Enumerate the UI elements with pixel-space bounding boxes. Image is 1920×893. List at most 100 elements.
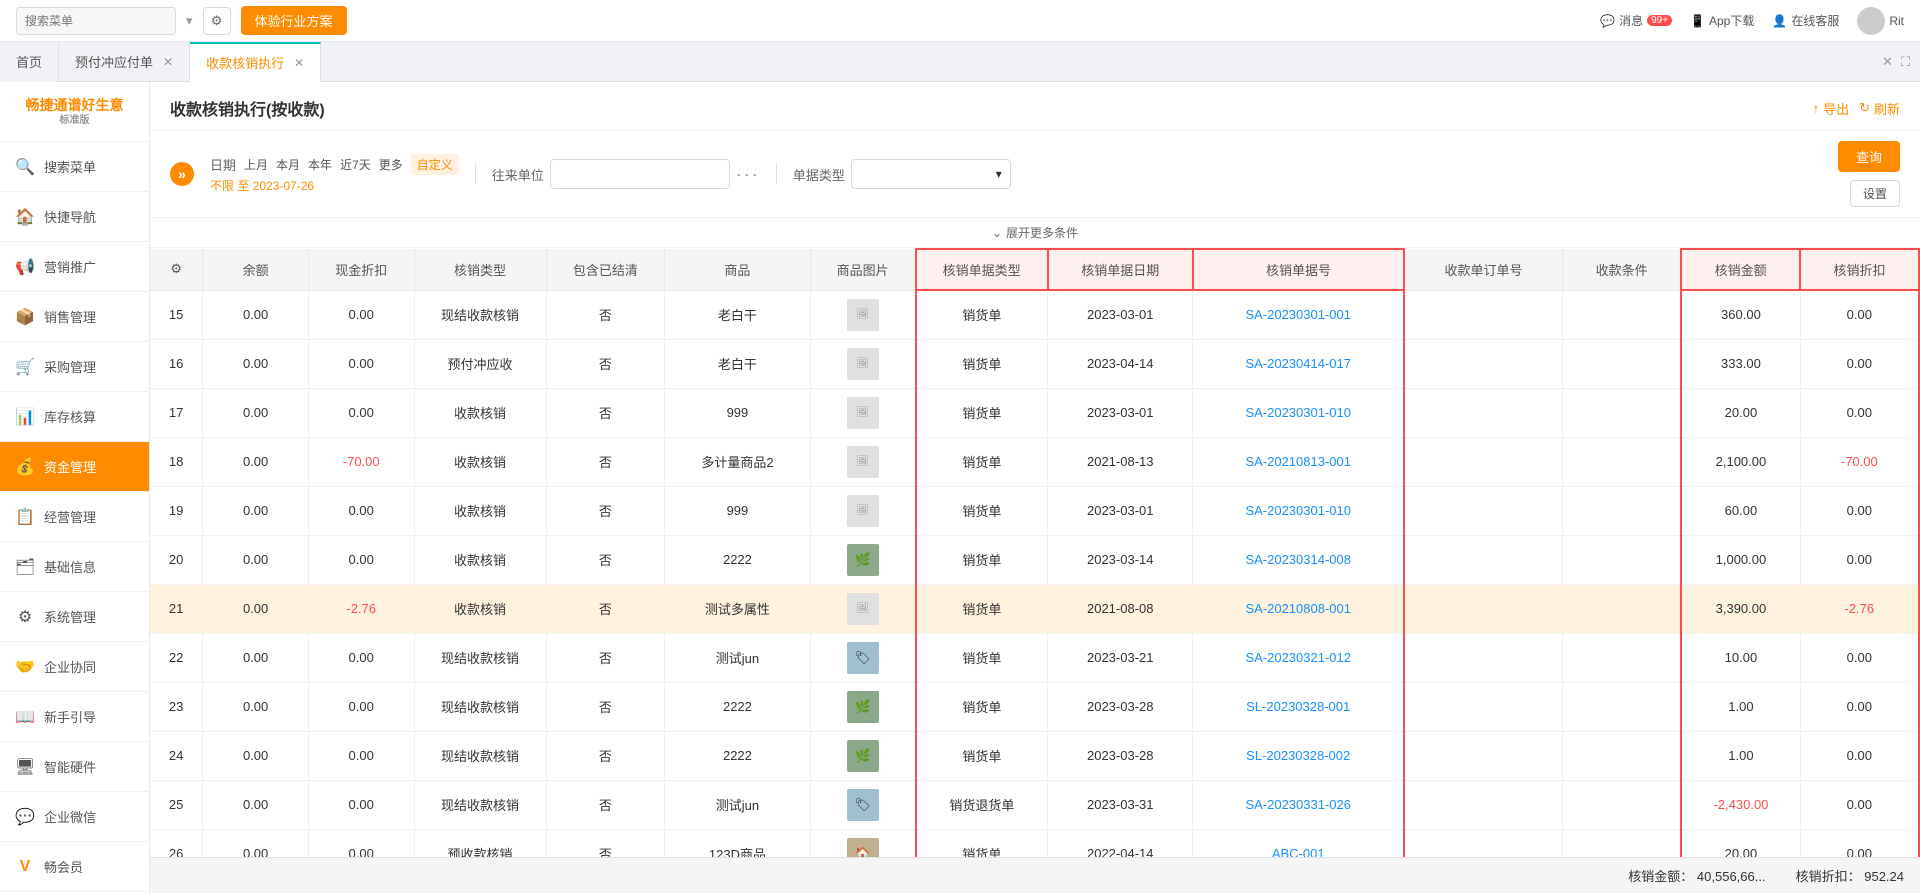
refresh-button[interactable]: ↻ 刷新: [1859, 99, 1900, 118]
bill-type-select[interactable]: ▾: [851, 159, 1011, 189]
industry-btn[interactable]: 体验行业方案: [241, 6, 347, 35]
sidebar-item-search-menu[interactable]: 🔍 搜索菜单: [0, 142, 149, 192]
date-link-7days[interactable]: 近7天: [340, 156, 371, 173]
td-verify-bill-type: 销货单: [916, 731, 1048, 780]
sidebar-item-sales[interactable]: 📦 销售管理: [0, 292, 149, 342]
td-cash-discount: 0.00: [308, 388, 414, 437]
search-input[interactable]: [16, 7, 176, 35]
from-unit-dots[interactable]: ···: [736, 164, 760, 185]
td-goods: 123D商品: [665, 829, 810, 857]
th-include-settled: 包含已结清: [546, 249, 665, 290]
verify-bill-no-link[interactable]: SA-20230414-017: [1245, 356, 1351, 371]
verify-bill-no-link[interactable]: SA-20230301-001: [1245, 307, 1351, 322]
td-verify-discount: 0.00: [1800, 486, 1919, 535]
td-cash-discount: 0.00: [308, 535, 414, 584]
td-receipt-order-no: [1404, 584, 1562, 633]
expand-more-bar[interactable]: ⌄ 展开更多条件: [150, 218, 1920, 248]
sidebar-item-quick-nav[interactable]: 🏠 快捷导航: [0, 192, 149, 242]
td-receipt-order-no: [1404, 682, 1562, 731]
tab-receipt-verify[interactable]: 收款核销执行 ✕: [190, 42, 321, 82]
message-item[interactable]: 💬 消息 99+: [1600, 12, 1672, 29]
sidebar-item-business[interactable]: 📋 经营管理: [0, 492, 149, 542]
sidebar-item-corp[interactable]: 🤝 企业协同: [0, 642, 149, 692]
td-include-settled: 否: [546, 584, 665, 633]
verify-bill-no-link[interactable]: SA-20230301-010: [1245, 503, 1351, 518]
refresh-icon: ↻: [1859, 100, 1870, 116]
date-link-custom[interactable]: 自定义: [411, 154, 459, 175]
online-service-item[interactable]: 👤 在线客服: [1772, 12, 1839, 29]
tab-prepay-close[interactable]: ✕: [163, 55, 173, 69]
message-label: 消息: [1619, 12, 1643, 29]
sidebar-item-guide-label: 新手引导: [44, 707, 96, 726]
date-link-prev-month[interactable]: 上月: [244, 156, 268, 173]
td-include-settled: 否: [546, 437, 665, 486]
filter-expand-btn[interactable]: »: [170, 162, 194, 186]
verify-bill-no-link[interactable]: SA-20210808-001: [1245, 601, 1351, 616]
verify-bill-no-link[interactable]: ABC-001: [1272, 846, 1325, 857]
th-verify-discount: 核销折扣: [1800, 249, 1919, 290]
td-verify-bill-type: 销货单: [916, 486, 1048, 535]
top-bar-left: ▾ ⚙ 体验行业方案: [16, 6, 347, 35]
verify-bill-no-link[interactable]: SA-20230301-010: [1245, 405, 1351, 420]
td-verify-amount: 3,390.00: [1681, 584, 1800, 633]
marketing-icon: 📢: [16, 258, 34, 276]
finance-icon: 💰: [16, 458, 34, 476]
tab-prepay[interactable]: 预付冲应付单 ✕: [59, 42, 190, 82]
verify-bill-no-link[interactable]: SA-20230331-026: [1245, 797, 1351, 812]
verify-bill-no-link[interactable]: SA-20230321-012: [1245, 650, 1351, 665]
table-row: 19 0.00 0.00 收款核销 否 999 🖼 销货单 2023-03-01…: [150, 486, 1919, 535]
sidebar-item-purchase[interactable]: 🛒 采购管理: [0, 342, 149, 392]
td-goods: 999: [665, 486, 810, 535]
sidebar-item-hardware[interactable]: 🖥 智能硬件: [0, 742, 149, 792]
tab-home[interactable]: 首页: [0, 42, 59, 82]
gear-button[interactable]: ⚙: [203, 7, 231, 35]
td-receipt-condition: [1562, 290, 1681, 339]
th-verify-bill-date: 核销单据日期: [1048, 249, 1193, 290]
td-include-settled: 否: [546, 339, 665, 388]
sidebar-item-wechat-label: 企业微信: [44, 807, 96, 826]
date-link-this-month[interactable]: 本月: [276, 156, 300, 173]
date-link-more[interactable]: 更多: [379, 156, 403, 173]
td-verify-type: 收款核销: [414, 584, 546, 633]
td-goods-img: 🌿: [810, 682, 916, 731]
sidebar-item-system[interactable]: ⚙ 系统管理: [0, 592, 149, 642]
date-range-display: 不限 至 2023-07-26: [210, 177, 459, 194]
td-verify-bill-type: 销货退货单: [916, 780, 1048, 829]
td-verify-bill-date: 2021-08-13: [1048, 437, 1193, 486]
tab-close-all-icon[interactable]: ✕: [1882, 54, 1893, 70]
user-item[interactable]: Rit: [1857, 7, 1904, 35]
td-row-id: 24: [150, 731, 203, 780]
query-actions: 查询 设置: [1838, 141, 1900, 207]
td-verify-discount: 0.00: [1800, 339, 1919, 388]
sidebar-item-basic[interactable]: 🗂 基础信息: [0, 542, 149, 592]
from-unit-input[interactable]: [550, 159, 730, 189]
setting-button[interactable]: 设置: [1850, 180, 1900, 207]
tab-maximize-icon[interactable]: ⛶: [1901, 54, 1910, 70]
export-button[interactable]: ↑ 导出: [1813, 99, 1850, 118]
td-goods: 测试多属性: [665, 584, 810, 633]
verify-bill-no-link[interactable]: SL-20230328-002: [1246, 748, 1350, 763]
verify-bill-no-link[interactable]: SA-20210813-001: [1245, 454, 1351, 469]
dropdown-arrow-icon[interactable]: ▾: [186, 13, 193, 29]
app-download-item[interactable]: 📱 App下载: [1690, 12, 1754, 29]
footer-verify-discount-total: 核销折扣： 952.24: [1796, 866, 1904, 885]
th-settings[interactable]: ⚙: [150, 249, 203, 290]
sidebar-item-finance[interactable]: 💰 资金管理: [0, 442, 149, 492]
verify-bill-no-link[interactable]: SL-20230328-001: [1246, 699, 1350, 714]
goods-img-thumb: 🏷: [847, 642, 879, 674]
date-link-this-year[interactable]: 本年: [308, 156, 332, 173]
verify-bill-no-link[interactable]: SA-20230314-008: [1245, 552, 1351, 567]
query-button[interactable]: 查询: [1838, 141, 1900, 172]
sidebar-item-wechat[interactable]: 💬 企业微信: [0, 792, 149, 842]
table-header-row: ⚙ 余额 现金折扣 核销类型 包含已结清 商品 商品图片 核销单据类型 核销单据…: [150, 249, 1919, 290]
sidebar-item-inventory[interactable]: 📊 库存核算: [0, 392, 149, 442]
logo-area: 畅捷通谱好生意 标准版: [0, 82, 149, 142]
th-verify-bill-type: 核销单据类型: [916, 249, 1048, 290]
td-cash-discount: 0.00: [308, 486, 414, 535]
sidebar-item-guide[interactable]: 📖 新手引导: [0, 692, 149, 742]
sidebar-item-marketing[interactable]: 📢 营销推广: [0, 242, 149, 292]
table-row: 16 0.00 0.00 预付冲应收 否 老白干 🖼 销货单 2023-04-1…: [150, 339, 1919, 388]
tab-receipt-verify-close[interactable]: ✕: [294, 56, 304, 70]
sidebar-item-vip[interactable]: V 畅会员: [0, 842, 149, 892]
td-verify-type: 预收款核销: [414, 829, 546, 857]
